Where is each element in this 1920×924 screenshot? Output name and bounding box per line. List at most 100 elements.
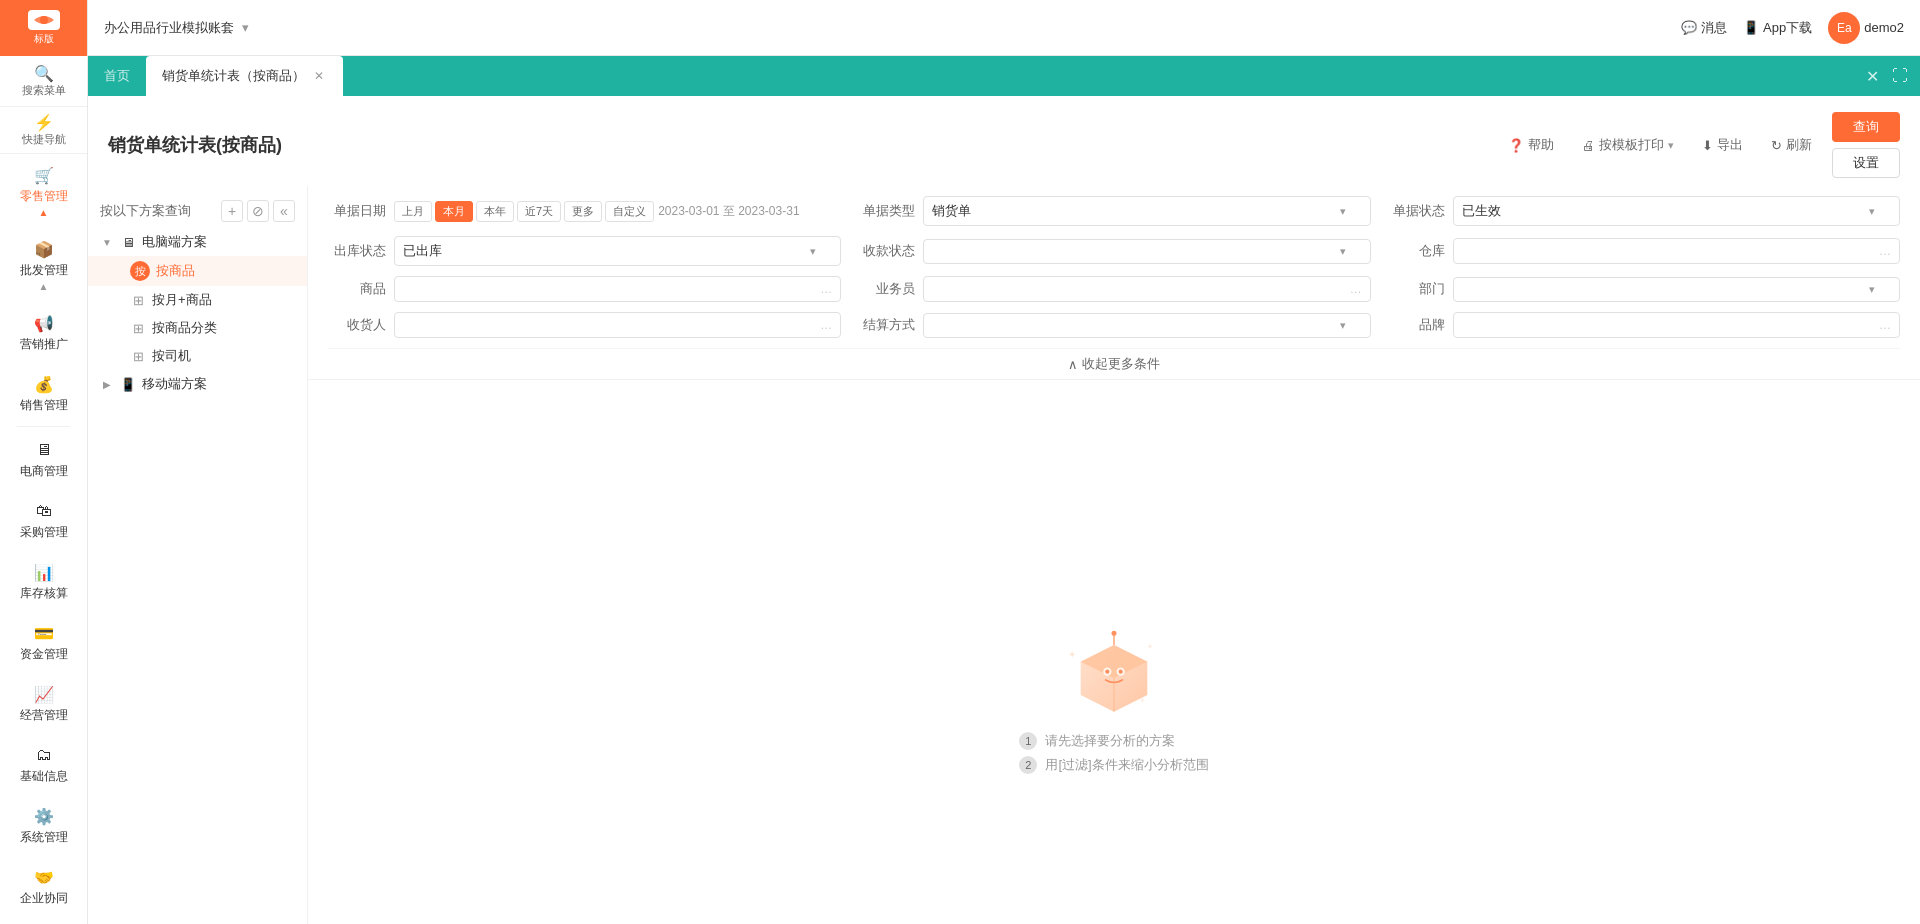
settings-button[interactable]: 设置 <box>1832 148 1900 178</box>
brand-label: 品牌 <box>1387 316 1453 334</box>
message-btn[interactable]: 💬 消息 <box>1681 19 1727 37</box>
receiver-input[interactable]: … <box>394 312 841 338</box>
date-btn-7days[interactable]: 近7天 <box>517 201 561 222</box>
svg-point-9 <box>1119 670 1123 674</box>
top-header: 办公用品行业模拟账套 ▾ 💬 消息 📱 App下载 Ea demo2 <box>88 0 1920 56</box>
basic-icon: 🗂 <box>33 744 55 766</box>
page-header-actions: ❓ 帮助 🖨 按模板打印 ▾ ⬇ 导出 ↻ 刷新 查询 <box>1500 112 1900 178</box>
tip-text-2: 用[过滤]条件来缩小分析范围 <box>1045 756 1208 774</box>
salesperson-dots: … <box>1350 282 1362 296</box>
export-btn[interactable]: ⬇ 导出 <box>1694 132 1751 158</box>
tree-item-by-category[interactable]: ⊞ 按商品分类 <box>88 314 307 342</box>
sidebar-item-wholesale[interactable]: 📦 批发管理 ▲ <box>0 228 87 302</box>
product-dots: … <box>820 282 832 296</box>
doc-type-select[interactable]: 销货单 ▾ <box>923 196 1370 226</box>
svg-point-11 <box>1112 631 1117 636</box>
settlement-filter-cell: 结算方式 ▾ <box>857 312 1370 338</box>
empty-tips: 1 请先选择要分析的方案 2 用[过滤]条件来缩小分析范围 <box>1019 732 1208 774</box>
date-btn-prev-month[interactable]: 上月 <box>394 201 432 222</box>
enterprise-icon: 🤝 <box>33 866 55 888</box>
doc-type-chevron: ▾ <box>1340 205 1346 218</box>
help-btn[interactable]: ❓ 帮助 <box>1500 132 1562 158</box>
sidebar-item-ecommerce[interactable]: 🖥 电商管理 <box>0 429 87 490</box>
user-menu-btn[interactable]: Ea demo2 <box>1828 12 1904 44</box>
tab-home[interactable]: 首页 <box>88 56 146 96</box>
finance-icon: 💳 <box>33 622 55 644</box>
payment-status-select[interactable]: ▾ <box>923 239 1370 264</box>
sidebar-item-sales[interactable]: 💰 销售管理 <box>0 363 87 424</box>
refresh-label: 刷新 <box>1786 136 1812 154</box>
refresh-btn[interactable]: ↻ 刷新 <box>1763 132 1820 158</box>
tree-item-by-month-product[interactable]: ⊞ 按月+商品 <box>88 286 307 314</box>
warehouse-dots: … <box>1879 244 1891 258</box>
date-btn-this-month[interactable]: 本月 <box>435 201 473 222</box>
purchase-icon: 🛍 <box>33 500 55 522</box>
tree-pc-section[interactable]: ▼ 🖥 电脑端方案 <box>88 228 307 256</box>
product-input[interactable]: … <box>394 276 841 302</box>
breadcrumb-dropdown[interactable]: ▾ <box>242 20 249 35</box>
tab-close-btn[interactable]: ✕ <box>311 68 327 84</box>
doc-status-filter-cell: 单据状态 已生效 ▾ <box>1387 196 1900 226</box>
page-content: 销货单统计表(按商品) ❓ 帮助 🖨 按模板打印 ▾ ⬇ 导出 ↻ 刷新 <box>88 96 1920 924</box>
tree-item-by-product[interactable]: 按 按商品 <box>88 256 307 286</box>
sidebar: 标版 🔍 搜索菜单 ⚡ 快捷导航 🛒 零售管理 ▲ 📦 批发管理 ▲ 📢 营销推… <box>0 0 88 924</box>
settlement-label: 结算方式 <box>857 316 923 334</box>
query-button[interactable]: 查询 <box>1832 112 1900 142</box>
left-panel: 按以下方案查询 + ⊘ « ▼ 🖥 电脑端方案 按 按商品 <box>88 186 308 924</box>
doc-status-select[interactable]: 已生效 ▾ <box>1453 196 1900 226</box>
inventory-icon: 📊 <box>33 561 55 583</box>
warehouse-out-select[interactable]: 已出库 ▾ <box>394 236 841 266</box>
svg-point-8 <box>1105 670 1109 674</box>
page-header: 销货单统计表(按商品) ❓ 帮助 🖨 按模板打印 ▾ ⬇ 导出 ↻ 刷新 <box>88 96 1920 186</box>
edit-scheme-btn[interactable]: ⊘ <box>247 200 269 222</box>
date-quick-controls: 上月 本月 本年 近7天 更多 自定义 2023-03-01 至 2023-03… <box>394 201 841 222</box>
help-label: 帮助 <box>1528 136 1554 154</box>
warehouse-out-value: 已出库 <box>403 242 442 260</box>
system-icon: ⚙️ <box>33 805 55 827</box>
sidebar-item-enterprise[interactable]: 🤝 企业协同 <box>0 856 87 917</box>
tab-maximize-btn[interactable]: ⛶ <box>1888 64 1912 88</box>
sidebar-item-newguide[interactable]: 🎯 新手引导 <box>0 917 87 924</box>
sidebar-item-marketing[interactable]: 📢 营销推广 <box>0 302 87 363</box>
tree-mobile-section[interactable]: ▶ 📱 移动端方案 <box>88 370 307 398</box>
sidebar-item-purchase[interactable]: 🛍 采购管理 <box>0 490 87 551</box>
grid-icon-1: ⊞ <box>130 292 146 308</box>
date-btn-custom[interactable]: 自定义 <box>605 201 654 222</box>
operations-icon: 📈 <box>33 683 55 705</box>
sidebar-item-system[interactable]: ⚙️ 系统管理 <box>0 795 87 856</box>
print-btn[interactable]: 🖨 按模板打印 ▾ <box>1574 132 1682 158</box>
retail-label: 零售管理 <box>20 188 68 205</box>
sidebar-item-retail[interactable]: 🛒 零售管理 ▲ <box>0 154 87 228</box>
sidebar-item-inventory[interactable]: 📊 库存核算 <box>0 551 87 612</box>
warehouse-input[interactable]: … <box>1453 238 1900 264</box>
app-download-btn[interactable]: 📱 App下载 <box>1743 19 1812 37</box>
salesperson-input[interactable]: … <box>923 276 1370 302</box>
collapse-bar[interactable]: ∧ 收起更多条件 <box>328 348 1900 379</box>
sidebar-item-operations[interactable]: 📈 经营管理 <box>0 673 87 734</box>
department-select[interactable]: ▾ <box>1453 277 1900 302</box>
warehouse-out-label: 出库状态 <box>328 242 394 260</box>
tree-item-by-driver[interactable]: ⊞ 按司机 <box>88 342 307 370</box>
date-btn-more[interactable]: 更多 <box>564 201 602 222</box>
wholesale-icon: 📦 <box>33 238 55 260</box>
message-label: 消息 <box>1701 19 1727 37</box>
add-scheme-btn[interactable]: + <box>221 200 243 222</box>
print-icon: 🖨 <box>1582 138 1595 153</box>
print-dropdown-icon[interactable]: ▾ <box>1668 139 1674 152</box>
user-name: demo2 <box>1864 20 1904 35</box>
collapse-panel-btn[interactable]: « <box>273 200 295 222</box>
sidebar-item-finance[interactable]: 💳 资金管理 <box>0 612 87 673</box>
settlement-select[interactable]: ▾ <box>923 313 1370 338</box>
warehouse-out-filter-cell: 出库状态 已出库 ▾ <box>328 236 841 266</box>
date-btn-this-year[interactable]: 本年 <box>476 201 514 222</box>
sidebar-search-btn[interactable]: 🔍 搜索菜单 <box>0 56 87 107</box>
brand-input[interactable]: … <box>1453 312 1900 338</box>
sidebar-quick-nav[interactable]: ⚡ 快捷导航 <box>0 107 87 154</box>
avatar: Ea <box>1828 12 1860 44</box>
header-actions: 💬 消息 📱 App下载 Ea demo2 <box>1681 12 1904 44</box>
tab-close-all-btn[interactable]: ✕ <box>1860 64 1884 88</box>
export-icon: ⬇ <box>1702 138 1713 153</box>
department-label: 部门 <box>1387 280 1453 298</box>
sidebar-item-basic[interactable]: 🗂 基础信息 <box>0 734 87 795</box>
tab-sales-stat[interactable]: 销货单统计表（按商品） ✕ <box>146 56 343 96</box>
